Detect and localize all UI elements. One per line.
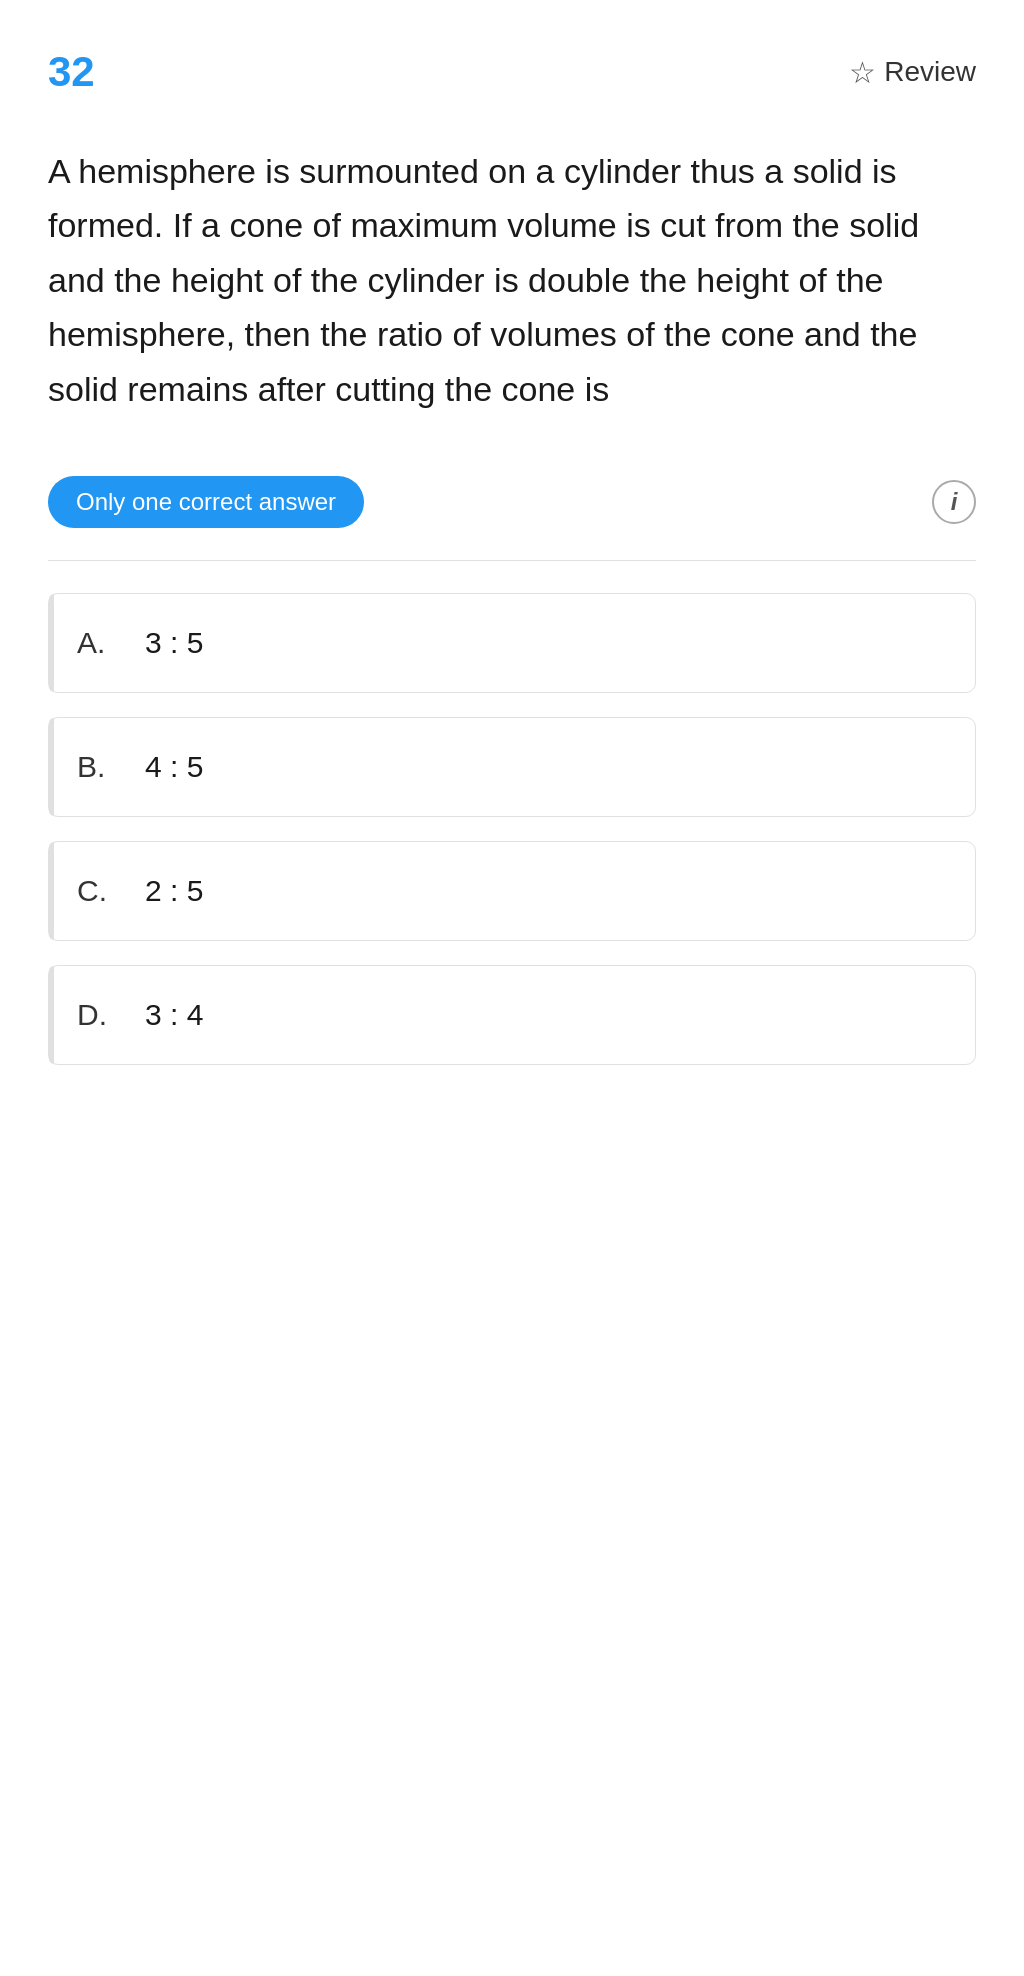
info-icon[interactable]: i — [932, 480, 976, 524]
option-label: A. — [77, 626, 117, 660]
option-value: 3 : 4 — [145, 998, 203, 1032]
question-text: A hemisphere is surmounted on a cylinder… — [48, 144, 976, 416]
option-item[interactable]: A. 3 : 5 — [48, 593, 976, 693]
header: 32 ☆ Review — [48, 48, 976, 96]
review-button[interactable]: ☆ Review — [849, 55, 976, 90]
page-container: 32 ☆ Review A hemisphere is surmounted o… — [0, 0, 1024, 1976]
answer-type-badge: Only one correct answer — [48, 476, 364, 528]
option-item[interactable]: B. 4 : 5 — [48, 717, 976, 817]
options-list: A. 3 : 5 B. 4 : 5 C. 2 : 5 D. 3 : 4 — [48, 593, 976, 1089]
option-label: D. — [77, 998, 117, 1032]
answer-type-row: Only one correct answer i — [48, 476, 976, 528]
option-value: 3 : 5 — [145, 626, 203, 660]
option-value: 2 : 5 — [145, 874, 203, 908]
question-number: 32 — [48, 48, 95, 96]
option-item[interactable]: D. 3 : 4 — [48, 965, 976, 1065]
option-value: 4 : 5 — [145, 750, 203, 784]
divider — [48, 560, 976, 562]
option-label: C. — [77, 874, 117, 908]
review-label: Review — [884, 56, 976, 88]
option-label: B. — [77, 750, 117, 784]
option-item[interactable]: C. 2 : 5 — [48, 841, 976, 941]
star-icon: ☆ — [849, 55, 876, 90]
